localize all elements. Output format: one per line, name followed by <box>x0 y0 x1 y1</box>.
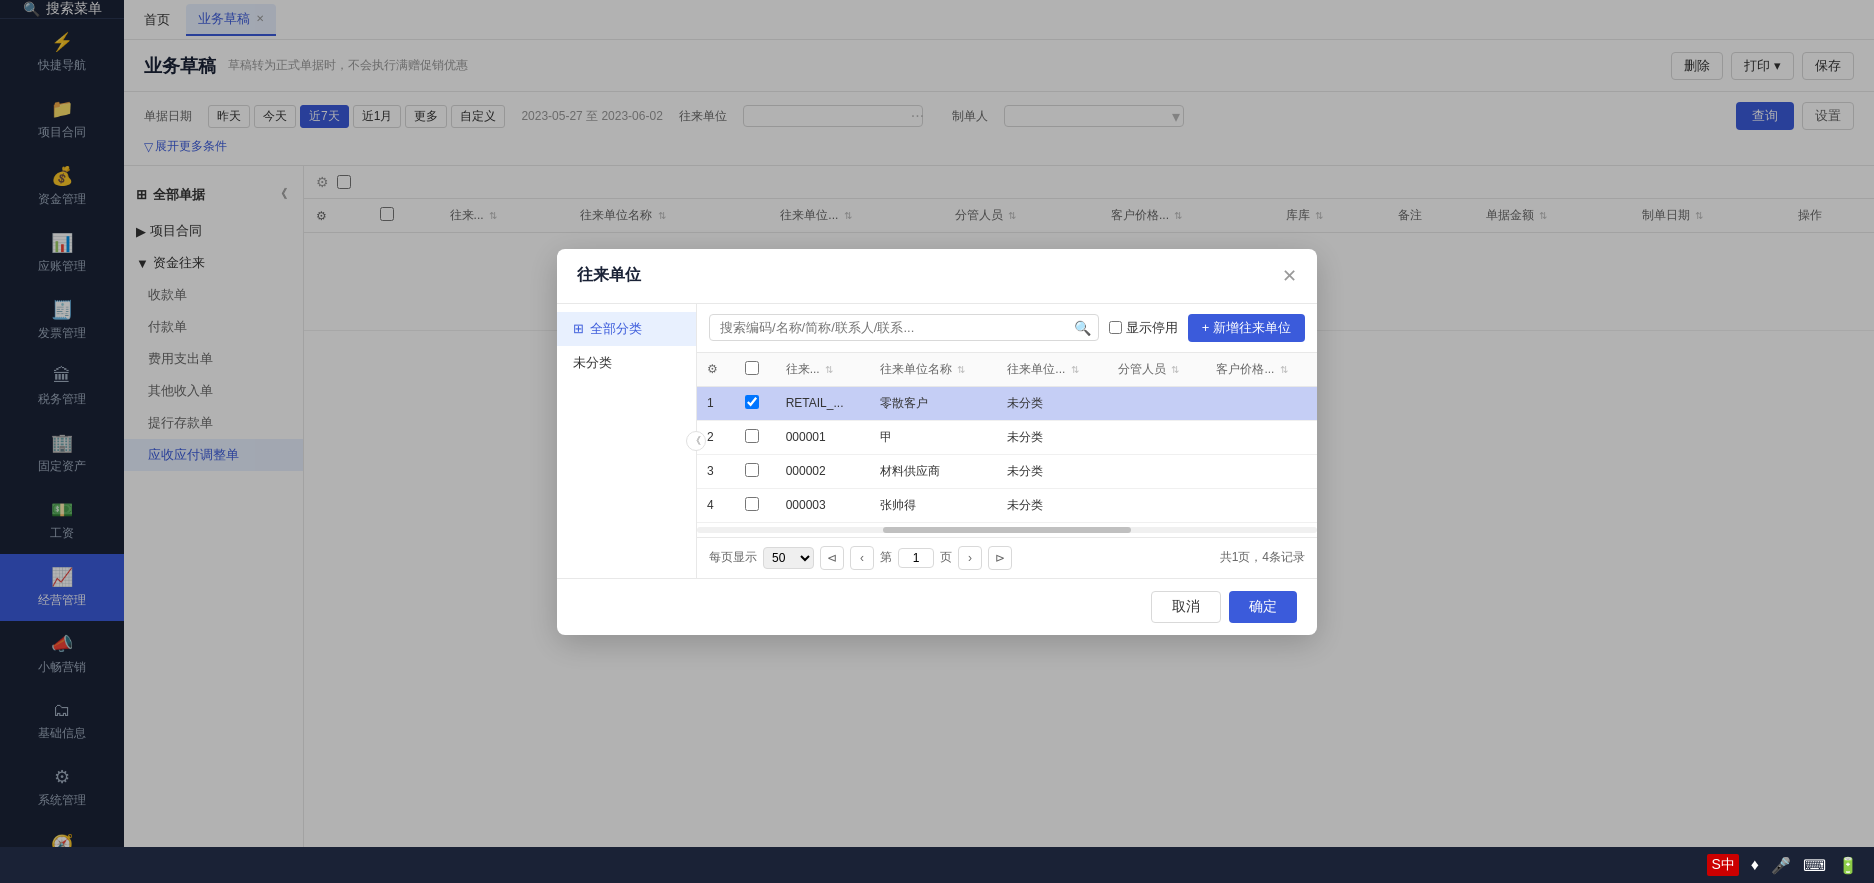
grid-icon-2: ⊞ <box>573 321 584 336</box>
taskbar-icon-mic[interactable]: 🎤 <box>1771 856 1791 875</box>
row3-settings: 3 <box>697 454 735 488</box>
row2-name: 甲 <box>870 420 998 454</box>
dialog-table-header-row: ⚙ 往来... ⇅ 往来单位名称 ⇅ 往来单位... ⇅ 分管人员 ⇅ 客户价格… <box>697 353 1317 387</box>
dialog-title: 往来单位 <box>577 265 641 286</box>
dialog-col-name: 往来单位名称 ⇅ <box>870 353 998 387</box>
row3-manager <box>1108 454 1206 488</box>
dialog-scrollbar[interactable] <box>697 527 1317 533</box>
show-disabled-label[interactable]: 显示停用 <box>1109 319 1178 337</box>
taskbar-icon-zhong[interactable]: S中 <box>1707 854 1738 876</box>
left-panel-collapse-button[interactable]: 《 <box>686 431 706 451</box>
dialog-gear-icon[interactable]: ⚙ <box>707 362 718 376</box>
search-wrap: 🔍 <box>709 314 1099 341</box>
dialog-col-type: 往来单位... ⇅ <box>997 353 1108 387</box>
page-first-button[interactable]: ⊲ <box>820 546 844 570</box>
row1-name: 零散客户 <box>870 386 998 420</box>
per-page-label: 每页显示 <box>709 549 757 566</box>
page-input[interactable] <box>898 548 934 568</box>
dialog-search-bar: 🔍 显示停用 + 新增往来单位 <box>697 304 1317 353</box>
dialog-table: ⚙ 往来... ⇅ 往来单位名称 ⇅ 往来单位... ⇅ 分管人员 ⇅ 客户价格… <box>697 353 1317 523</box>
dialog-header: 往来单位 ✕ <box>557 249 1317 304</box>
dialog-col-price: 客户价格... ⇅ <box>1206 353 1317 387</box>
dialog-left-panel: ⊞ 全部分类 未分类 《 <box>557 304 697 578</box>
row3-name: 材料供应商 <box>870 454 998 488</box>
row2-price <box>1206 420 1317 454</box>
dialog-right-panel: 🔍 显示停用 + 新增往来单位 ⚙ <box>697 304 1317 578</box>
dialog-table-wrap: ⚙ 往来... ⇅ 往来单位名称 ⇅ 往来单位... ⇅ 分管人员 ⇅ 客户价格… <box>697 353 1317 523</box>
row1-type: 未分类 <box>997 386 1108 420</box>
dialog-left-item-unclassified[interactable]: 未分类 <box>557 346 696 380</box>
cancel-button[interactable]: 取消 <box>1151 591 1221 623</box>
row4-checkbox[interactable] <box>735 488 776 522</box>
row4-settings: 4 <box>697 488 735 522</box>
page-prev-button[interactable]: ‹ <box>850 546 874 570</box>
modal-overlay[interactable]: 往来单位 ✕ ⊞ 全部分类 未分类 《 <box>0 0 1874 883</box>
partner-search-input[interactable] <box>709 314 1099 341</box>
dialog-pagination: 每页显示 50 100 ⊲ ‹ 第 页 › ⊳ 共1页，4条记录 <box>697 537 1317 578</box>
row3-price <box>1206 454 1317 488</box>
taskbar-icon-keyboard[interactable]: ⌨ <box>1803 856 1826 875</box>
page-total: 共1页，4条记录 <box>1220 549 1305 566</box>
row3-code: 000002 <box>776 454 870 488</box>
dialog-left-label-unclassified: 未分类 <box>573 354 612 372</box>
row3-checkbox[interactable] <box>735 454 776 488</box>
taskbar-icon-diamond[interactable]: ♦ <box>1751 856 1759 874</box>
confirm-button[interactable]: 确定 <box>1229 591 1297 623</box>
page-unit: 页 <box>940 549 952 566</box>
row4-type: 未分类 <box>997 488 1108 522</box>
row2-manager <box>1108 420 1206 454</box>
dialog-left-item-all[interactable]: ⊞ 全部分类 <box>557 312 696 346</box>
row3-type: 未分类 <box>997 454 1108 488</box>
page-next-button[interactable]: › <box>958 546 982 570</box>
page-label: 第 <box>880 549 892 566</box>
row4-price <box>1206 488 1317 522</box>
per-page-select[interactable]: 50 100 <box>763 547 814 569</box>
row4-manager <box>1108 488 1206 522</box>
row1-checkbox[interactable] <box>735 386 776 420</box>
show-disabled-checkbox[interactable] <box>1109 321 1122 334</box>
dialog-table-row[interactable]: 4 000003 张帅得 未分类 <box>697 488 1317 522</box>
dialog-left-label-all: 全部分类 <box>590 320 642 338</box>
row4-name: 张帅得 <box>870 488 998 522</box>
dialog-col-code: 往来... ⇅ <box>776 353 870 387</box>
search-magnifier-icon: 🔍 <box>1074 320 1091 336</box>
page-last-button[interactable]: ⊳ <box>988 546 1012 570</box>
dialog-col-checkbox <box>735 353 776 387</box>
row2-type: 未分类 <box>997 420 1108 454</box>
dialog-body: ⊞ 全部分类 未分类 《 🔍 <box>557 304 1317 578</box>
show-disabled-text: 显示停用 <box>1126 319 1178 337</box>
add-partner-button[interactable]: + 新增往来单位 <box>1188 314 1305 342</box>
dialog-footer: 取消 确定 <box>557 578 1317 635</box>
dialog-table-row[interactable]: 1 RETAIL_... 零散客户 未分类 <box>697 386 1317 420</box>
row2-checkbox[interactable] <box>735 420 776 454</box>
row2-code: 000001 <box>776 420 870 454</box>
row4-code: 000003 <box>776 488 870 522</box>
row1-price <box>1206 386 1317 420</box>
scrollbar-thumb <box>883 527 1131 533</box>
taskbar-icon-battery[interactable]: 🔋 <box>1838 856 1858 875</box>
taskbar: S中 ♦ 🎤 ⌨ 🔋 <box>0 847 1874 883</box>
dialog-table-row[interactable]: 3 000002 材料供应商 未分类 <box>697 454 1317 488</box>
dialog-close-button[interactable]: ✕ <box>1282 265 1297 287</box>
row1-settings: 1 <box>697 386 735 420</box>
dialog-table-row[interactable]: 2 000001 甲 未分类 <box>697 420 1317 454</box>
dialog-col-settings: ⚙ <box>697 353 735 387</box>
dialog-col-manager: 分管人员 ⇅ <box>1108 353 1206 387</box>
dialog-select-all[interactable] <box>745 361 759 375</box>
row1-code: RETAIL_... <box>776 386 870 420</box>
row1-manager <box>1108 386 1206 420</box>
partner-dialog: 往来单位 ✕ ⊞ 全部分类 未分类 《 <box>557 249 1317 635</box>
